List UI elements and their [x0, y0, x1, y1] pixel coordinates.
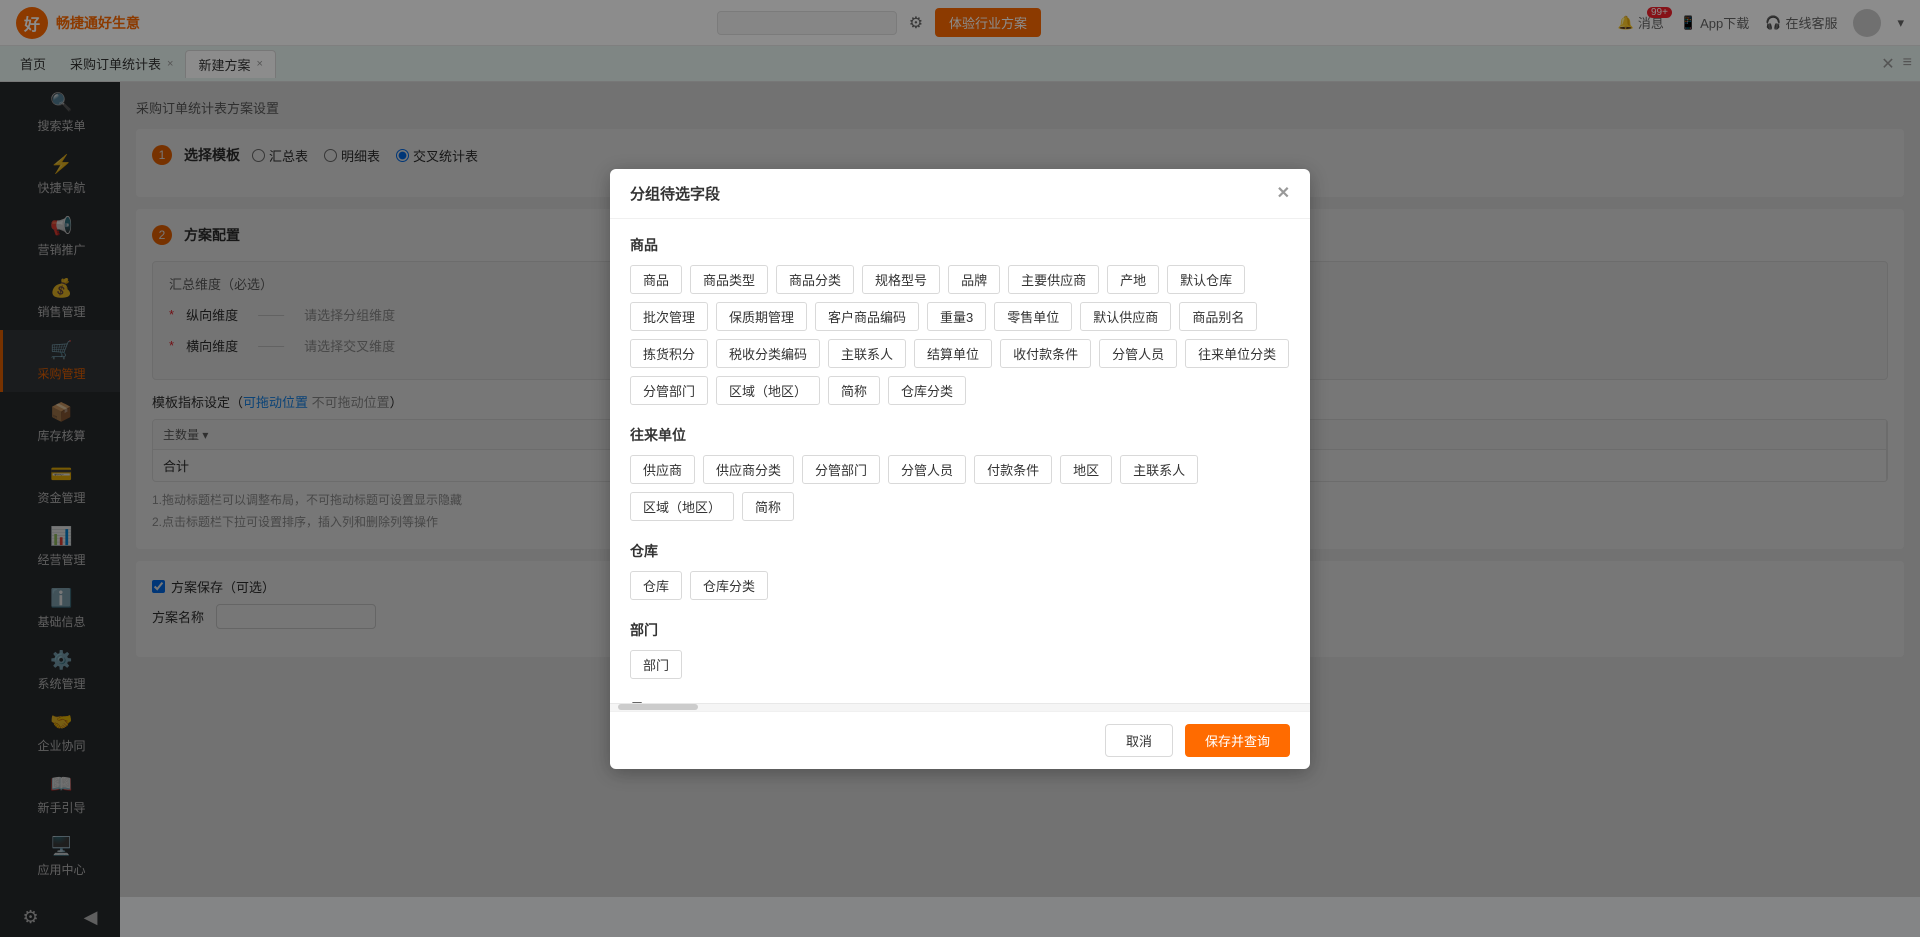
tag-tax-code[interactable]: 税收分类编码	[716, 339, 820, 368]
modal-footer: 取消 保存并查询	[610, 711, 1310, 769]
tag-warehouse[interactable]: 仓库	[630, 571, 682, 600]
tag-brand[interactable]: 品牌	[948, 265, 1000, 294]
section-dept: 部门 部门	[630, 620, 1290, 679]
tag-goods-category[interactable]: 商品分类	[776, 265, 854, 294]
tag-weight[interactable]: 重量3	[927, 302, 986, 331]
tag-spec-model[interactable]: 规格型号	[862, 265, 940, 294]
modal-body: 商品 商品 商品类型 商品分类 规格型号 品牌 主要供应商 产地 默认仓库 批次…	[610, 219, 1310, 703]
tag-main-supplier[interactable]: 主要供应商	[1008, 265, 1099, 294]
tag-pay-terms[interactable]: 付款条件	[974, 455, 1052, 484]
tag-short-name[interactable]: 简称	[828, 376, 880, 405]
tag-payment-terms[interactable]: 收付款条件	[1000, 339, 1091, 368]
section-warehouse-tags: 仓库 仓库分类	[630, 571, 1290, 600]
tag-main-contact2[interactable]: 主联系人	[1120, 455, 1198, 484]
tag-goods-type[interactable]: 商品类型	[690, 265, 768, 294]
section-goods: 商品 商品 商品类型 商品分类 规格型号 品牌 主要供应商 产地 默认仓库 批次…	[630, 235, 1290, 405]
section-dept-tags: 部门	[630, 650, 1290, 679]
section-goods-tags: 商品 商品类型 商品分类 规格型号 品牌 主要供应商 产地 默认仓库 批次管理 …	[630, 265, 1290, 405]
tag-supervisor2[interactable]: 分管人员	[888, 455, 966, 484]
section-dept-title: 部门	[630, 620, 1290, 640]
section-partner-title: 往来单位	[630, 425, 1290, 445]
section-partner-tags: 供应商 供应商分类 分管部门 分管人员 付款条件 地区 主联系人 区域（地区） …	[630, 455, 1290, 521]
tag-supplier[interactable]: 供应商	[630, 455, 695, 484]
section-warehouse: 仓库 仓库 仓库分类	[630, 541, 1290, 600]
tag-batch[interactable]: 批次管理	[630, 302, 708, 331]
tag-dept[interactable]: 分管部门	[630, 376, 708, 405]
modal: 分组待选字段 ✕ 商品 商品 商品类型 商品分类 规格型号 品牌 主要供应商 产…	[610, 169, 1310, 769]
tag-partner-category[interactable]: 往来单位分类	[1185, 339, 1289, 368]
tag-warehouse-cat[interactable]: 仓库分类	[888, 376, 966, 405]
tag-supplier-category[interactable]: 供应商分类	[703, 455, 794, 484]
tag-area[interactable]: 地区	[1060, 455, 1112, 484]
hscroll-thumb	[618, 704, 698, 710]
section-partner: 往来单位 供应商 供应商分类 分管部门 分管人员 付款条件 地区 主联系人 区域…	[630, 425, 1290, 521]
modal-close-icon[interactable]: ✕	[1277, 183, 1290, 203]
tag-region2[interactable]: 区域（地区）	[630, 492, 734, 521]
tag-retail-unit[interactable]: 零售单位	[994, 302, 1072, 331]
section-goods-title: 商品	[630, 235, 1290, 255]
tag-region[interactable]: 区域（地区）	[716, 376, 820, 405]
tag-goods-alias[interactable]: 商品别名	[1179, 302, 1257, 331]
tag-origin[interactable]: 产地	[1107, 265, 1159, 294]
tag-warehouse-category[interactable]: 仓库分类	[690, 571, 768, 600]
section-warehouse-title: 仓库	[630, 541, 1290, 561]
modal-overlay: 分组待选字段 ✕ 商品 商品 商品类型 商品分类 规格型号 品牌 主要供应商 产…	[0, 0, 1920, 937]
tag-default-supplier[interactable]: 默认供应商	[1080, 302, 1171, 331]
tag-dept3[interactable]: 部门	[630, 650, 682, 679]
tag-customer-code[interactable]: 客户商品编码	[815, 302, 919, 331]
tag-default-warehouse[interactable]: 默认仓库	[1167, 265, 1245, 294]
modal-title: 分组待选字段	[630, 183, 720, 204]
modal-header: 分组待选字段 ✕	[610, 169, 1310, 219]
tag-settle-unit[interactable]: 结算单位	[914, 339, 992, 368]
tag-shelf-life[interactable]: 保质期管理	[716, 302, 807, 331]
tag-goods[interactable]: 商品	[630, 265, 682, 294]
tag-short-name2[interactable]: 简称	[742, 492, 794, 521]
tag-pick-points[interactable]: 拣货积分	[630, 339, 708, 368]
cancel-button[interactable]: 取消	[1105, 724, 1173, 757]
modal-hscroll[interactable]	[610, 703, 1310, 711]
tag-dept2[interactable]: 分管部门	[802, 455, 880, 484]
tag-main-contact[interactable]: 主联系人	[828, 339, 906, 368]
confirm-button[interactable]: 保存并查询	[1185, 724, 1290, 757]
tag-supervisor[interactable]: 分管人员	[1099, 339, 1177, 368]
